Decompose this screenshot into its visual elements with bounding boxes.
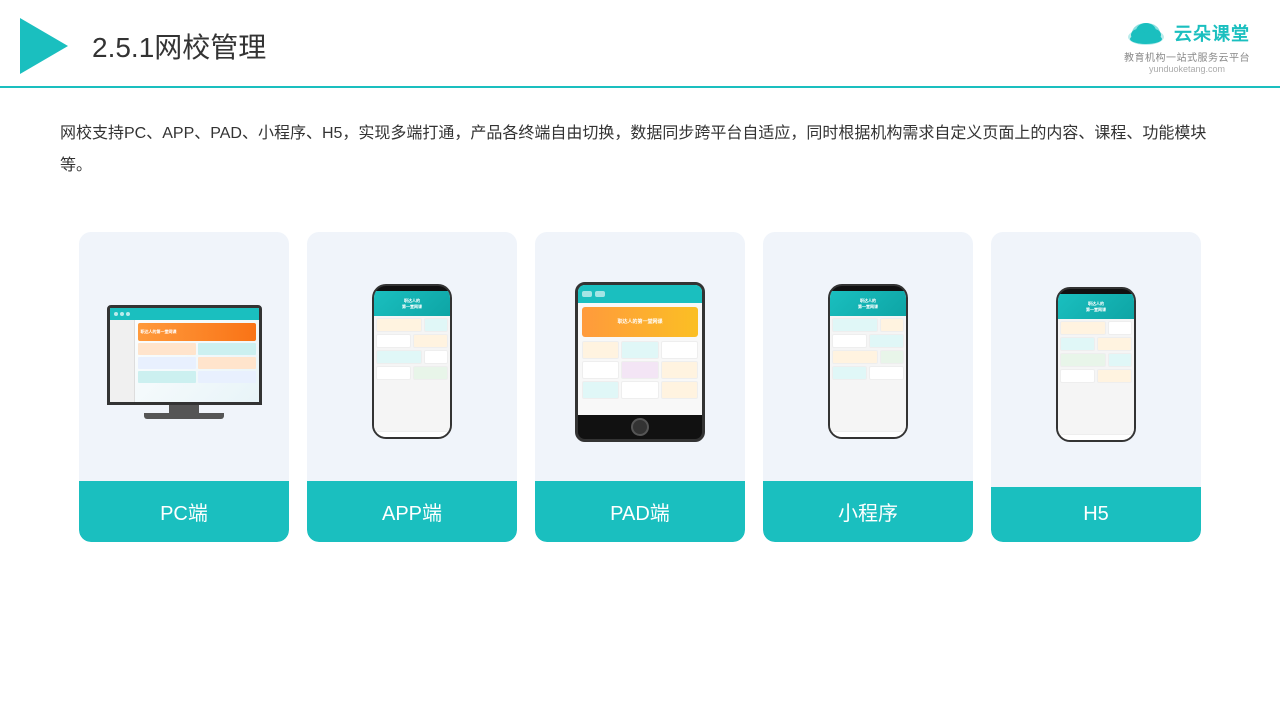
card-pad: 职达人的第一堂网课 <box>535 232 745 542</box>
card-h5-label: H5 <box>991 487 1201 542</box>
header-left: 2.5.1网校管理 <box>20 18 266 74</box>
card-app: 职达人的第一堂网课 <box>307 232 517 542</box>
cloud-logo: 云朵课堂 <box>1124 19 1250 47</box>
logo-tagline: 教育机构一站式服务云平台 <box>1124 49 1250 64</box>
app-phone-mockup: 职达人的第一堂网课 <box>372 284 452 439</box>
header: 2.5.1网校管理 云朵课堂 教育机构一站式服务云平台 yunduoketang… <box>0 0 1280 88</box>
cloud-icon <box>1124 19 1168 47</box>
h5-phone-mockup: 职达人的第一堂网课 <box>1056 287 1136 442</box>
card-pc-image: 职达人的第一堂网课 <box>79 232 289 481</box>
card-pc-label: PC端 <box>79 481 289 542</box>
card-miniprogram-label: 小程序 <box>763 481 973 542</box>
logo-brand-text: 云朵课堂 <box>1174 20 1250 46</box>
brand-triangle-icon <box>20 18 68 74</box>
card-miniprogram: 职达人的第一堂网课 <box>763 232 973 542</box>
card-app-label: APP端 <box>307 481 517 542</box>
card-pad-image: 职达人的第一堂网课 <box>535 232 745 481</box>
card-h5: 职达人的第一堂网课 <box>991 232 1201 542</box>
card-app-image: 职达人的第一堂网课 <box>307 232 517 481</box>
card-h5-image: 职达人的第一堂网课 <box>991 232 1201 487</box>
page-title: 2.5.1网校管理 <box>92 26 266 66</box>
card-pc: 职达人的第一堂网课 <box>79 232 289 542</box>
card-pad-label: PAD端 <box>535 481 745 542</box>
top-right-logo: 云朵课堂 教育机构一站式服务云平台 yunduoketang.com <box>1124 19 1250 74</box>
pc-screen: 职达人的第一堂网课 <box>107 305 262 405</box>
pad-tablet-mockup: 职达人的第一堂网课 <box>575 282 705 442</box>
logo-domain: yunduoketang.com <box>1149 64 1225 74</box>
cards-container: 职达人的第一堂网课 <box>0 202 1280 572</box>
miniprogram-phone-mockup: 职达人的第一堂网课 <box>828 284 908 439</box>
card-miniprogram-image: 职达人的第一堂网课 <box>763 232 973 481</box>
description-text: 网校支持PC、APP、PAD、小程序、H5，实现多端打通，产品各终端自由切换，数… <box>0 88 1280 192</box>
pc-mockup: 职达人的第一堂网课 <box>107 305 262 419</box>
